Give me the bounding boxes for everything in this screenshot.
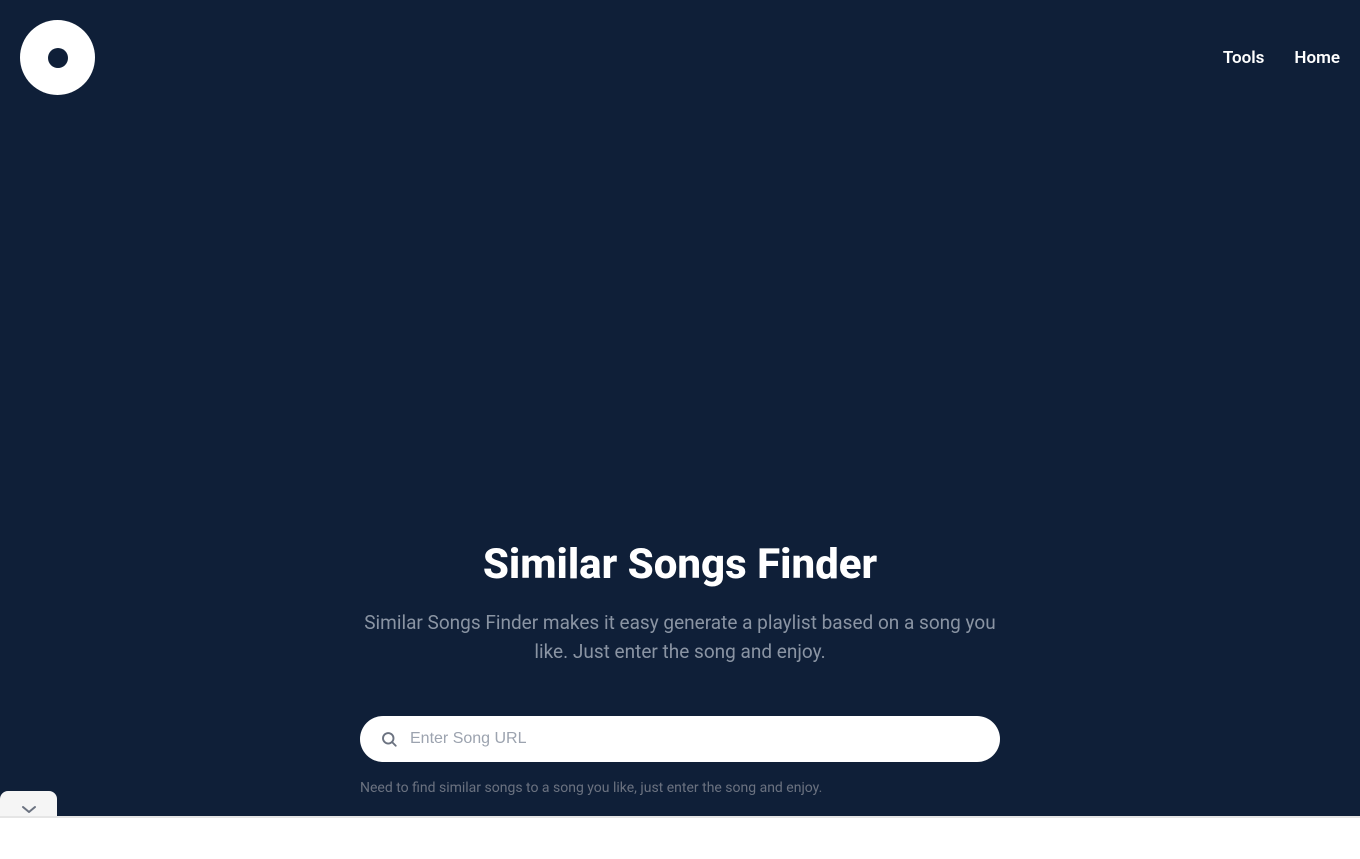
search-icon xyxy=(380,730,398,748)
helper-text: Need to find similar songs to a song you… xyxy=(360,780,1000,796)
bottom-bar xyxy=(0,816,1360,859)
header: Tools Home xyxy=(0,0,1360,115)
page-description: Similar Songs Finder makes it easy gener… xyxy=(360,609,1000,666)
nav-link-tools[interactable]: Tools xyxy=(1223,48,1265,68)
search-container xyxy=(360,716,1000,762)
song-url-input[interactable] xyxy=(410,730,980,748)
logo-inner-dot xyxy=(48,48,68,68)
nav: Tools Home xyxy=(1223,48,1340,68)
expand-tab[interactable] xyxy=(0,791,57,816)
logo[interactable] xyxy=(20,20,95,95)
chevron-down-icon xyxy=(21,799,37,809)
nav-link-home[interactable]: Home xyxy=(1294,48,1340,68)
main-content: Similar Songs Finder Similar Songs Finde… xyxy=(360,540,1000,796)
page-title: Similar Songs Finder xyxy=(483,540,877,589)
